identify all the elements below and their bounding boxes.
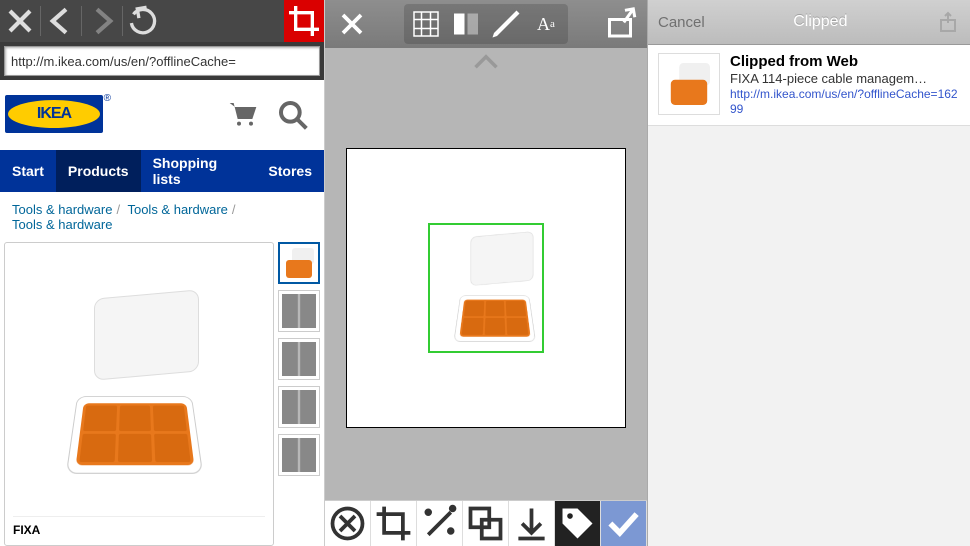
download-icon[interactable] [509, 501, 555, 546]
text-icon[interactable]: Aa [526, 6, 566, 42]
nav-lists[interactable]: Shopping lists [141, 150, 257, 192]
forward-icon[interactable] [82, 0, 122, 42]
cancel-button[interactable]: Cancel [658, 14, 705, 31]
close-icon[interactable] [0, 0, 40, 42]
thumbnail[interactable] [278, 338, 320, 380]
canvas[interactable] [346, 148, 626, 428]
clip-subtitle: FIXA 114-piece cable managem… [730, 71, 950, 86]
clip-thumbnail [658, 53, 720, 115]
product-card: FIXA [4, 242, 274, 546]
clear-icon[interactable] [325, 501, 371, 546]
back-icon[interactable] [41, 0, 81, 42]
reload-icon[interactable] [123, 0, 163, 42]
search-icon[interactable] [277, 99, 309, 131]
tag-icon[interactable] [555, 501, 601, 546]
product-image [13, 251, 265, 516]
grid-icon[interactable] [406, 6, 446, 42]
breadcrumb: Tools & hardware/ Tools & hardware/ Tool… [0, 192, 324, 242]
magic-icon[interactable] [417, 501, 463, 546]
selection-marquee[interactable] [428, 223, 544, 353]
product-area: FIXA [0, 242, 324, 546]
clip-title: Clipped from Web [730, 53, 960, 70]
browser-panel: IKEA ® Start Products Shopping lists Sto… [0, 0, 325, 546]
breadcrumb-link[interactable]: Tools & hardware [12, 217, 112, 232]
editor-toolbar: Aa [325, 0, 647, 48]
clip-url[interactable]: http://m.ikea.com/us/en/?offlineCache=16… [730, 87, 960, 117]
thumbnail-list [278, 242, 320, 546]
main-nav: Start Products Shopping lists Stores [0, 150, 324, 192]
confirm-icon[interactable] [601, 501, 647, 546]
breadcrumb-link[interactable]: Tools & hardware [127, 202, 227, 217]
result-header: Cancel Clipped [648, 0, 970, 45]
thumbnail[interactable] [278, 386, 320, 428]
product-name: FIXA [13, 516, 265, 537]
chevron-up-icon[interactable] [325, 48, 647, 76]
nav-products[interactable]: Products [56, 150, 141, 192]
clipped-result-panel: Cancel Clipped Clipped from Web FIXA 114… [648, 0, 970, 546]
nav-stores[interactable]: Stores [256, 150, 324, 192]
clip-editor-panel: Aa [325, 0, 648, 546]
logo-text: IKEA [37, 105, 71, 123]
close-icon[interactable] [331, 6, 373, 42]
pencil-icon[interactable] [486, 6, 526, 42]
cart-icon[interactable] [227, 99, 259, 131]
ikea-logo[interactable]: IKEA ® [5, 95, 105, 135]
overlap-icon[interactable] [463, 501, 509, 546]
page-title: Clipped [793, 13, 847, 31]
clip-card[interactable]: Clipped from Web FIXA 114-piece cable ma… [648, 45, 970, 126]
url-input[interactable] [4, 46, 320, 76]
thumbnail[interactable] [278, 290, 320, 332]
browser-toolbar [0, 0, 324, 42]
clipped-image [452, 234, 519, 342]
registered-icon: ® [104, 93, 111, 104]
canvas-area [325, 76, 647, 500]
url-bar [0, 42, 324, 80]
nav-start[interactable]: Start [0, 150, 56, 192]
share-icon[interactable] [936, 10, 960, 34]
share-icon[interactable] [599, 6, 641, 42]
crop-icon[interactable] [284, 0, 324, 42]
crop-icon[interactable] [371, 501, 417, 546]
thumbnail[interactable] [278, 242, 320, 284]
columns-icon[interactable] [446, 6, 486, 42]
thumbnail[interactable] [278, 434, 320, 476]
breadcrumb-link[interactable]: Tools & hardware [12, 202, 112, 217]
bottom-toolbar [325, 500, 647, 546]
site-header: IKEA ® [0, 80, 324, 150]
